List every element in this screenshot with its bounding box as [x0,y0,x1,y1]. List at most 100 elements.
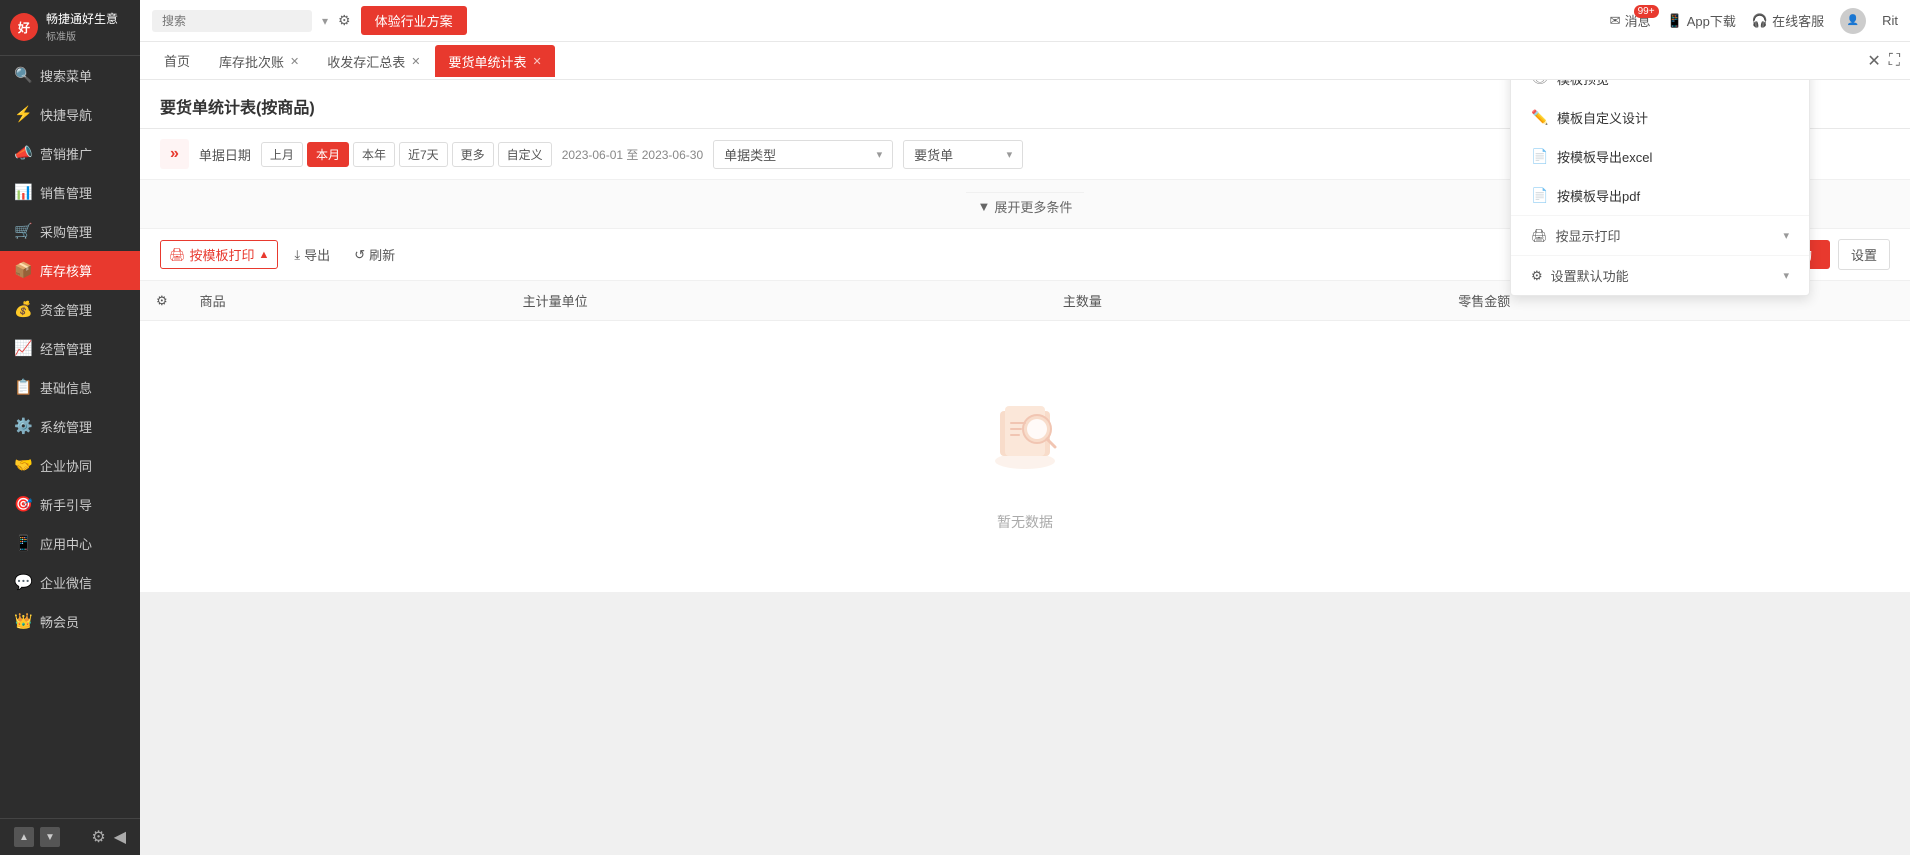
online-service-btn[interactable]: 🎧 在线客服 [1752,11,1824,30]
tab-home[interactable]: 首页 [150,51,204,70]
tab-requisition-stats[interactable]: 要货单统计表 ✕ [435,45,554,77]
marketing-icon: 📣 [14,144,32,162]
dropdown-template-pdf[interactable]: 📄 按模板导出pdf [1511,176,1809,215]
search-icon: 🔍 [14,66,32,84]
avatar[interactable]: 👤 [1840,8,1866,34]
date-btn-more[interactable]: 更多 [452,142,494,167]
date-buttons: 上月 本月 本年 近7天 更多 自定义 [261,142,552,167]
sidebar-item-finance[interactable]: 💰 资金管理 [0,290,140,329]
export-btn[interactable]: ⤓ 导出 [286,241,338,268]
req-type-dropdown[interactable]: 要货单 ▾ [903,140,1023,169]
main-area: ▾ ⚙ 体验行业方案 ✉ 消息 99+ 📱 App下载 🎧 在线客服 👤 Rit… [140,0,1910,855]
sidebar-item-search[interactable]: 🔍 搜索菜单 [0,56,140,95]
print-chevron-icon: ▲ [259,249,270,261]
app-download-btn[interactable]: 📱 App下载 [1667,11,1736,30]
tab-close-inventory-batch[interactable]: ✕ [290,55,299,68]
empty-illustration [975,381,1075,500]
scroll-down-btn[interactable]: ▼ [40,827,60,847]
display-print-icon: 🖨 [1531,228,1548,244]
apps-icon: 📱 [14,534,32,552]
print-dropdown-menu: 🖨 按模板打印 ▲ 📄 当前： 当前：要货单统计表 ▾ 🖨 按模板打印 👁 [1510,80,1810,296]
collapse-icon[interactable]: ◀ [114,827,126,847]
expand-filters-btn[interactable]: ▼ 展开更多条件 [966,192,1085,220]
sidebar-item-apps[interactable]: 📱 应用中心 [0,524,140,563]
tab-inventory-batch[interactable]: 库存批次账 ✕ [206,45,312,77]
topbar: ▾ ⚙ 体验行业方案 ✉ 消息 99+ 📱 App下载 🎧 在线客服 👤 Rit [140,0,1910,42]
trial-btn[interactable]: 体验行业方案 [361,6,467,35]
scroll-up-btn[interactable]: ▲ [14,827,34,847]
sidebar-item-sales[interactable]: 📊 销售管理 [0,173,140,212]
tab-close-window-btn[interactable]: ✕ [1867,51,1880,71]
sidebar-item-basics[interactable]: 📋 基础信息 [0,368,140,407]
tabbar: 首页 库存批次账 ✕ 收发存汇总表 ✕ 要货单统计表 ✕ ✕ ⛶ [140,42,1910,80]
expand-icon: » [170,145,179,163]
date-btn-last-month[interactable]: 上月 [261,142,303,167]
sidebar-item-member[interactable]: 👑 畅会员 [0,602,140,641]
col-quantity: 主数量 [1047,281,1442,321]
topbar-right: ✉ 消息 99+ 📱 App下载 🎧 在线客服 👤 Rit [1610,8,1898,34]
dropdown-template-excel[interactable]: 📄 按模板导出excel [1511,137,1809,176]
dropdown-display-print[interactable]: 🖨 按显示打印 ▾ [1511,215,1809,255]
sidebar-item-purchase[interactable]: 🛒 采购管理 [0,212,140,251]
empty-text: 暂无数据 [997,512,1053,532]
operations-icon: 📈 [14,339,32,357]
sidebar-scroll-controls: ▲ ▼ [14,827,60,847]
display-print-chevron-icon: ▾ [1783,229,1789,242]
logo-icon: 好 [10,13,38,41]
refresh-btn[interactable]: ↺ 刷新 [346,241,403,268]
search-input[interactable] [152,10,312,32]
tab-maximize-btn[interactable]: ⛶ [1889,51,1900,71]
sidebar-item-wechat[interactable]: 💬 企业微信 [0,563,140,602]
date-range-display: 2023-06-01 至 2023-06-30 [562,146,703,163]
doc-type-dropdown[interactable]: 单据类型 ▾ [713,140,893,169]
sales-icon: 📊 [14,183,32,201]
date-filter-label: 单据日期 [199,145,251,164]
sidebar-item-quick-nav[interactable]: ⚡ 快捷导航 [0,95,140,134]
print-template-btn[interactable]: 🖨 按模板打印 ▲ [160,240,278,269]
sidebar-bottom: ▲ ▼ ⚙ ◀ [0,818,140,855]
app-version: 标准版 [46,28,118,43]
sidebar-item-cooperation[interactable]: 🤝 企业协同 [0,446,140,485]
tab-close-receivable-summary[interactable]: ✕ [411,55,420,68]
expand-down-icon: ▼ [978,199,991,214]
sidebar-item-operations[interactable]: 📈 经营管理 [0,329,140,368]
message-badge: 99+ [1634,5,1659,18]
cooperation-icon: 🤝 [14,456,32,474]
date-btn-this-month[interactable]: 本月 [307,142,349,167]
empty-state: 暂无数据 [140,321,1910,592]
sidebar-item-inventory[interactable]: 📦 库存核算 [0,251,140,290]
headset-icon: 🎧 [1752,13,1768,29]
page-content: 要货单统计表(按商品) » 单据日期 上月 本月 本年 近7天 更多 自定义 2… [140,80,1910,855]
col-gear[interactable]: ⚙ [140,281,184,321]
member-icon: 👑 [14,612,32,630]
tab-receivable-summary[interactable]: 收发存汇总表 ✕ [314,45,433,77]
refresh-icon: ↺ [354,247,365,263]
sidebar-item-newbie[interactable]: 🎯 新手引导 [0,485,140,524]
tab-close-requisition-stats[interactable]: ✕ [533,55,542,68]
date-btn-7days[interactable]: 近7天 [399,142,448,167]
message-icon: ✉ [1610,13,1621,29]
message-btn[interactable]: ✉ 消息 99+ [1610,11,1651,30]
col-unit: 主计量单位 [507,281,1047,321]
basics-icon: 📋 [14,378,32,396]
sidebar-item-system[interactable]: ⚙️ 系统管理 [0,407,140,446]
search-dropdown-icon[interactable]: ▾ [322,14,328,28]
template-pdf-icon: 📄 [1531,187,1547,204]
dropdown-template-custom[interactable]: ✏️ 模板自定义设计 [1511,98,1809,137]
settings-btn[interactable]: 设置 [1838,239,1890,270]
default-func-icon: ⚙ [1531,268,1543,284]
expand-filter-btn[interactable]: » [160,139,189,169]
sidebar-item-marketing[interactable]: 📣 营销推广 [0,134,140,173]
date-btn-this-year[interactable]: 本年 [353,142,395,167]
dropdown-template-preview[interactable]: 👁 模板预览 [1511,80,1809,98]
settings-gear-icon[interactable]: ⚙ [338,12,351,29]
date-btn-custom[interactable]: 自定义 [498,142,552,167]
col-product: 商品 [184,281,507,321]
dropdown-default-func[interactable]: ⚙ 设置默认功能 ▾ [1511,255,1809,295]
action-bar: 🖨 按模板打印 ▲ ⤓ 导出 ↺ 刷新 查询 设置 🖨 按模板打印 [140,229,1910,281]
settings-icon[interactable]: ⚙ [91,827,105,847]
phone-icon: 📱 [1667,13,1683,29]
template-custom-icon: ✏️ [1531,109,1547,126]
printer-icon: 🖨 [169,247,186,263]
template-preview-icon: 👁 [1531,80,1547,87]
